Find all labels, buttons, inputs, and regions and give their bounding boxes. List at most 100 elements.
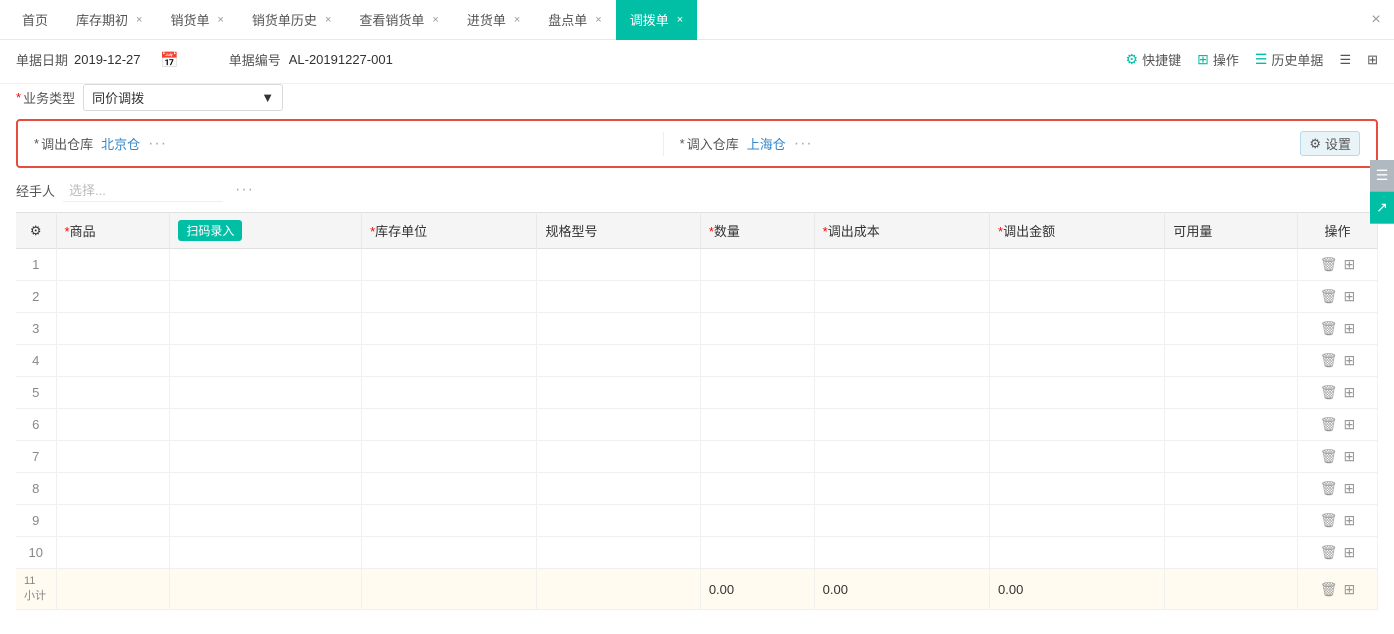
row-cost[interactable] bbox=[814, 281, 989, 313]
delete-icon[interactable]: 🗑 bbox=[1320, 544, 1338, 561]
row-amount[interactable] bbox=[990, 281, 1165, 313]
row-unit[interactable] bbox=[362, 473, 537, 505]
row-spec[interactable] bbox=[537, 473, 700, 505]
row-goods[interactable] bbox=[56, 313, 170, 345]
delete-icon[interactable]: 🗑 bbox=[1320, 256, 1338, 273]
copy-icon[interactable]: ⊞ bbox=[1344, 416, 1356, 433]
row-qty[interactable] bbox=[700, 249, 814, 281]
row-unit[interactable] bbox=[362, 345, 537, 377]
row-qty[interactable] bbox=[700, 441, 814, 473]
copy-icon[interactable]: ⊞ bbox=[1344, 256, 1356, 273]
shortcut-button[interactable]: ⚙ 快捷键 bbox=[1126, 50, 1182, 69]
scan-button[interactable]: 扫码录入 bbox=[178, 220, 242, 241]
row-unit[interactable] bbox=[362, 537, 537, 569]
row-cost[interactable] bbox=[814, 249, 989, 281]
tab-inventory-init[interactable]: 库存期初 × bbox=[62, 0, 156, 40]
close-inventory-init[interactable]: × bbox=[136, 14, 142, 26]
delete-icon[interactable]: 🗑 bbox=[1320, 448, 1338, 465]
row-spec[interactable] bbox=[537, 377, 700, 409]
warehouse-in-value[interactable]: 上海仓 bbox=[747, 134, 786, 153]
operation-button[interactable]: ⊞ 操作 bbox=[1197, 50, 1239, 69]
row-unit[interactable] bbox=[362, 377, 537, 409]
row-goods[interactable] bbox=[56, 505, 170, 537]
row-amount[interactable] bbox=[990, 313, 1165, 345]
row-qty[interactable] bbox=[700, 377, 814, 409]
th-scan[interactable]: 扫码录入 bbox=[170, 213, 362, 249]
row-qty[interactable] bbox=[700, 281, 814, 313]
handler-more[interactable]: ··· bbox=[235, 181, 254, 199]
row-amount[interactable] bbox=[990, 345, 1165, 377]
row-unit[interactable] bbox=[362, 409, 537, 441]
row-spec[interactable] bbox=[537, 537, 700, 569]
copy-icon[interactable]: ⊞ bbox=[1344, 544, 1356, 561]
row-qty[interactable] bbox=[700, 473, 814, 505]
row-goods[interactable] bbox=[56, 377, 170, 409]
row-amount[interactable] bbox=[990, 505, 1165, 537]
tab-sales-history[interactable]: 销货单历史 × bbox=[238, 0, 345, 40]
row-cost[interactable] bbox=[814, 441, 989, 473]
delete-icon[interactable]: 🗑 bbox=[1320, 384, 1338, 401]
row-qty[interactable] bbox=[700, 537, 814, 569]
copy-icon[interactable]: ⊞ bbox=[1344, 320, 1356, 337]
layout-grid-button[interactable]: ⊞ bbox=[1367, 52, 1378, 68]
copy-icon[interactable]: ⊞ bbox=[1344, 512, 1356, 529]
delete-icon[interactable]: 🗑 bbox=[1320, 581, 1338, 598]
row-qty[interactable] bbox=[700, 313, 814, 345]
row-unit[interactable] bbox=[362, 281, 537, 313]
tab-view-sales[interactable]: 查看销货单 × bbox=[345, 0, 452, 40]
warehouse-out-more[interactable]: ··· bbox=[148, 135, 167, 153]
close-transfer[interactable]: × bbox=[677, 14, 683, 26]
row-amount[interactable] bbox=[990, 537, 1165, 569]
copy-icon[interactable]: ⊞ bbox=[1344, 581, 1356, 598]
copy-icon[interactable]: ⊞ bbox=[1344, 384, 1356, 401]
row-qty[interactable] bbox=[700, 409, 814, 441]
row-spec[interactable] bbox=[537, 313, 700, 345]
row-amount[interactable] bbox=[990, 377, 1165, 409]
row-spec[interactable] bbox=[537, 409, 700, 441]
close-purchase[interactable]: × bbox=[514, 14, 520, 26]
row-spec[interactable] bbox=[537, 505, 700, 537]
date-value[interactable]: 2019-12-27 bbox=[74, 52, 154, 67]
tab-transfer[interactable]: 调拨单 × bbox=[616, 0, 697, 40]
row-goods[interactable] bbox=[56, 473, 170, 505]
row-spec[interactable] bbox=[537, 281, 700, 313]
calendar-icon[interactable]: 📅 bbox=[160, 51, 179, 69]
row-goods[interactable] bbox=[56, 345, 170, 377]
row-unit[interactable] bbox=[362, 313, 537, 345]
row-cost[interactable] bbox=[814, 345, 989, 377]
delete-icon[interactable]: 🗑 bbox=[1320, 512, 1338, 529]
row-qty[interactable] bbox=[700, 505, 814, 537]
row-cost[interactable] bbox=[814, 537, 989, 569]
tab-purchase[interactable]: 进货单 × bbox=[453, 0, 534, 40]
row-goods[interactable] bbox=[56, 537, 170, 569]
row-unit[interactable] bbox=[362, 505, 537, 537]
row-goods[interactable] bbox=[56, 409, 170, 441]
row-cost[interactable] bbox=[814, 409, 989, 441]
copy-icon[interactable]: ⊞ bbox=[1344, 480, 1356, 497]
row-unit[interactable] bbox=[362, 441, 537, 473]
delete-icon[interactable]: 🗑 bbox=[1320, 320, 1338, 337]
row-amount[interactable] bbox=[990, 473, 1165, 505]
delete-icon[interactable]: 🗑 bbox=[1320, 416, 1338, 433]
handler-input[interactable]: 选择... bbox=[63, 178, 223, 202]
close-view-sales[interactable]: × bbox=[432, 14, 438, 26]
row-amount[interactable] bbox=[990, 441, 1165, 473]
biz-type-select[interactable]: 同价调拨 ▼ bbox=[83, 84, 283, 111]
copy-icon[interactable]: ⊞ bbox=[1344, 448, 1356, 465]
row-qty[interactable] bbox=[700, 345, 814, 377]
copy-icon[interactable]: ⊞ bbox=[1344, 288, 1356, 305]
delete-icon[interactable]: 🗑 bbox=[1320, 480, 1338, 497]
delete-icon[interactable]: 🗑 bbox=[1320, 288, 1338, 305]
side-list-icon[interactable]: ☰ bbox=[1370, 160, 1394, 192]
row-spec[interactable] bbox=[537, 249, 700, 281]
warehouse-in-more[interactable]: ··· bbox=[794, 135, 813, 153]
row-unit[interactable] bbox=[362, 249, 537, 281]
row-spec[interactable] bbox=[537, 441, 700, 473]
delete-icon[interactable]: 🗑 bbox=[1320, 352, 1338, 369]
copy-icon[interactable]: ⊞ bbox=[1344, 352, 1356, 369]
row-goods[interactable] bbox=[56, 281, 170, 313]
row-spec[interactable] bbox=[537, 345, 700, 377]
tab-stocktake[interactable]: 盘点单 × bbox=[534, 0, 615, 40]
row-goods[interactable] bbox=[56, 249, 170, 281]
row-cost[interactable] bbox=[814, 505, 989, 537]
